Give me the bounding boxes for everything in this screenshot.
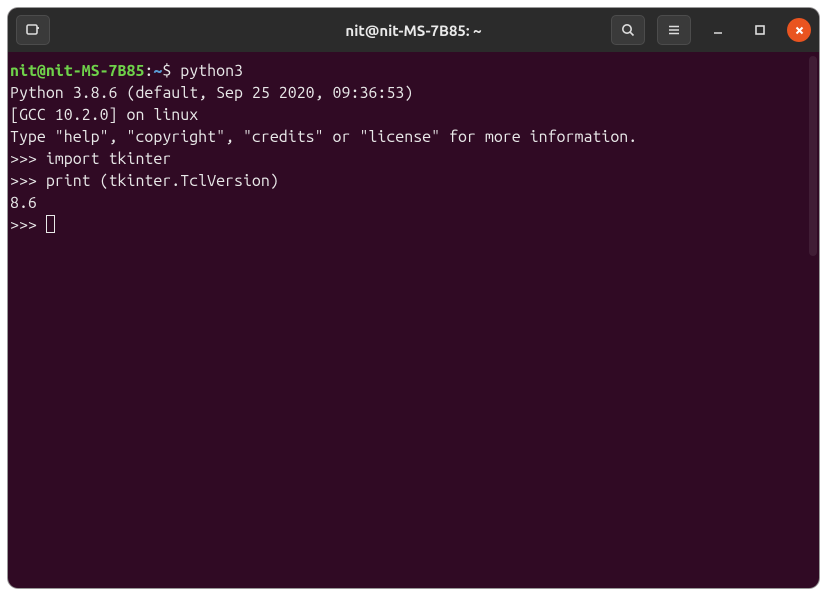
- python-banner-3: Type "help", "copyright", "credits" or "…: [10, 128, 637, 146]
- titlebar-left-controls: [16, 15, 50, 45]
- new-tab-button[interactable]: [16, 15, 50, 45]
- menu-button[interactable]: [657, 15, 691, 45]
- python-prompt: >>>: [10, 216, 46, 234]
- python-output-1: 8.6: [10, 194, 37, 212]
- terminal-window: nit@nit-MS-7B85: ~: [8, 8, 819, 588]
- new-tab-icon: [25, 22, 41, 38]
- minimize-icon: [711, 23, 725, 37]
- scrollbar-track[interactable]: [807, 52, 819, 588]
- search-icon: [620, 22, 636, 38]
- python-input-1: import tkinter: [46, 150, 171, 168]
- maximize-icon: [754, 24, 766, 36]
- maximize-button[interactable]: [745, 15, 775, 45]
- titlebar: nit@nit-MS-7B85: ~: [8, 8, 819, 52]
- shell-command: python3: [180, 62, 243, 80]
- python-banner-1: Python 3.8.6 (default, Sep 25 2020, 09:3…: [10, 84, 422, 102]
- window-title: nit@nit-MS-7B85: ~: [345, 22, 481, 39]
- prompt-symbol: $: [162, 62, 180, 80]
- terminal-viewport[interactable]: nit@nit-MS-7B85:~$ python3 Python 3.8.6 …: [8, 52, 819, 588]
- scrollbar-thumb[interactable]: [809, 56, 817, 256]
- cursor: [46, 215, 55, 233]
- python-banner-2: [GCC 10.2.0] on linux: [10, 106, 198, 124]
- python-prompt: >>>: [10, 172, 46, 190]
- close-icon: [794, 25, 805, 36]
- close-button[interactable]: [787, 18, 811, 42]
- prompt-user-host: nit@nit-MS-7B85: [10, 62, 144, 80]
- hamburger-icon: [666, 22, 682, 38]
- python-input-2: print (tkinter.TclVersion): [46, 172, 279, 190]
- search-button[interactable]: [611, 15, 645, 45]
- titlebar-right-controls: [611, 15, 811, 45]
- prompt-path: ~: [153, 62, 162, 80]
- python-prompt: >>>: [10, 150, 46, 168]
- minimize-button[interactable]: [703, 15, 733, 45]
